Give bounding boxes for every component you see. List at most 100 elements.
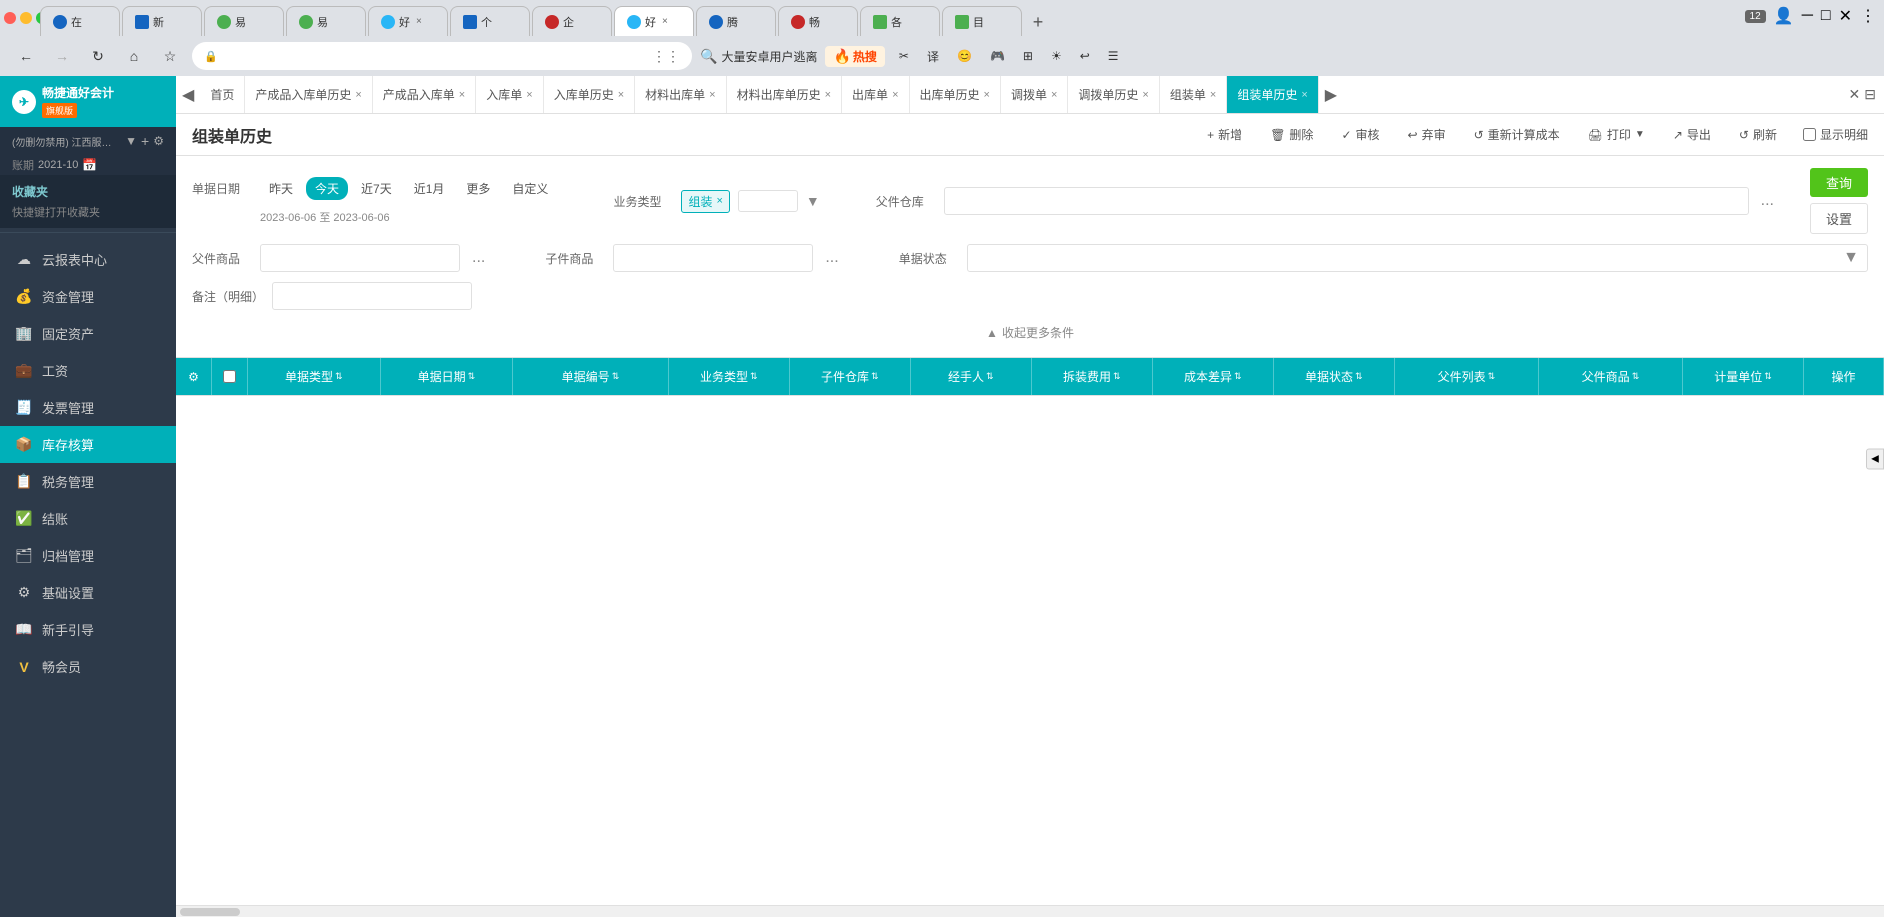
th-business-type[interactable]: 业务类型 ⇅ bbox=[669, 358, 790, 395]
th-cost-diff[interactable]: 成本差异 ⇅ bbox=[1153, 358, 1274, 395]
setting-button[interactable]: 设置 bbox=[1810, 203, 1868, 234]
print-dropdown-icon[interactable]: ▼ bbox=[1635, 129, 1645, 140]
content-tab-transfer[interactable]: 调拨单 × bbox=[1001, 76, 1068, 114]
company-dropdown-icon[interactable]: ▼ bbox=[125, 134, 137, 148]
tab-3[interactable]: 易 bbox=[204, 6, 284, 36]
parent-warehouse-input[interactable] bbox=[944, 187, 1749, 215]
sidebar-item-inventory[interactable]: 📦 库存核算 bbox=[0, 426, 176, 463]
brightness-btn[interactable]: ☀ bbox=[1045, 47, 1068, 65]
back-btn[interactable]: ← bbox=[12, 42, 40, 70]
tab-8[interactable]: 好 × bbox=[614, 6, 694, 36]
tab-4[interactable]: 易 bbox=[286, 6, 366, 36]
tab-7[interactable]: 企 bbox=[532, 6, 612, 36]
th-child-warehouse[interactable]: 子件仓库 ⇅ bbox=[790, 358, 911, 395]
select-all-checkbox[interactable] bbox=[223, 370, 236, 383]
recalc-cost-btn[interactable]: ↺ 重新计算成本 bbox=[1464, 122, 1570, 147]
home-btn[interactable]: ⌂ bbox=[120, 42, 148, 70]
date-btn-1month[interactable]: 近1月 bbox=[405, 177, 454, 200]
menu-btn[interactable]: ☰ bbox=[1102, 47, 1125, 65]
sidebar-item-settlement[interactable]: ✅ 结账 bbox=[0, 500, 176, 537]
content-tab-transfer-history[interactable]: 调拨单历史 × bbox=[1068, 76, 1159, 114]
window-close-icon[interactable]: ✕ bbox=[1839, 6, 1852, 26]
sidebar-item-invoice[interactable]: 🧾 发票管理 bbox=[0, 389, 176, 426]
tab-close-current[interactable]: ✕ bbox=[1849, 86, 1861, 103]
window-minimize-icon[interactable]: ─ bbox=[1802, 7, 1813, 25]
content-tab-produce-in-history[interactable]: 产成品入库单历史 × bbox=[245, 76, 372, 114]
th-order-date[interactable]: 单据日期 ⇅ bbox=[381, 358, 514, 395]
content-tab-in-history[interactable]: 入库单历史 × bbox=[544, 76, 635, 114]
parent-warehouse-more-btn[interactable]: ... bbox=[1757, 192, 1778, 210]
close-btn[interactable] bbox=[4, 12, 16, 24]
browser-settings-icon[interactable]: ⋮ bbox=[1860, 6, 1876, 26]
sidebar-item-guide[interactable]: 📖 新手引导 bbox=[0, 611, 176, 648]
th-settings[interactable]: ⚙ bbox=[176, 358, 212, 395]
tab-2[interactable]: 新 bbox=[122, 6, 202, 36]
content-tab-in[interactable]: 入库单 × bbox=[476, 76, 543, 114]
display-detail-checkbox-label[interactable]: 显示明细 bbox=[1803, 126, 1868, 143]
undo-btn[interactable]: ↩ bbox=[1074, 47, 1096, 65]
content-tab-out-history[interactable]: 出库单历史 × bbox=[910, 76, 1001, 114]
grid-btn[interactable]: ⊞ bbox=[1017, 47, 1039, 65]
order-status-select[interactable]: ▼ bbox=[967, 244, 1868, 272]
translate-btn[interactable]: 译 bbox=[921, 46, 945, 67]
child-goods-more-btn[interactable]: ... bbox=[821, 249, 842, 267]
print-btn[interactable]: 🖨 打印 ▼ bbox=[1578, 122, 1655, 147]
date-btn-yesterday[interactable]: 昨天 bbox=[260, 177, 302, 200]
favorites-title[interactable]: 收藏夹 bbox=[12, 183, 164, 200]
content-tab-produce-in[interactable]: 产成品入库单 × bbox=[373, 76, 476, 114]
tab-9[interactable]: 腾 bbox=[696, 6, 776, 36]
bookmark-btn[interactable]: ☆ bbox=[156, 42, 184, 70]
query-button[interactable]: 查询 bbox=[1810, 168, 1868, 197]
forward-btn[interactable]: → bbox=[48, 42, 76, 70]
right-panel-toggle-btn[interactable]: ◀ bbox=[1866, 448, 1884, 469]
new-tab-btn[interactable]: + bbox=[1024, 8, 1052, 36]
business-type-select[interactable] bbox=[738, 190, 798, 212]
export-btn[interactable]: ↗ 导出 bbox=[1663, 122, 1721, 147]
sidebar-item-payroll[interactable]: 💼 工资 bbox=[0, 352, 176, 389]
th-disassemble-cost[interactable]: 拆装费用 ⇅ bbox=[1032, 358, 1153, 395]
th-handler[interactable]: 经手人 ⇅ bbox=[911, 358, 1032, 395]
tab-1[interactable]: 在 bbox=[40, 6, 120, 36]
th-unit[interactable]: 计量单位 ⇅ bbox=[1683, 358, 1804, 395]
child-goods-input[interactable] bbox=[613, 244, 813, 272]
company-settings-icon[interactable]: ⚙ bbox=[153, 134, 164, 148]
parent-goods-input[interactable] bbox=[260, 244, 460, 272]
scissors-btn[interactable]: ✂ bbox=[893, 47, 915, 65]
sidebar-item-tax[interactable]: 📋 税务管理 bbox=[0, 463, 176, 500]
tab-6[interactable]: 个 bbox=[450, 6, 530, 36]
approve-btn[interactable]: ✓ 审核 bbox=[1331, 122, 1389, 147]
tab-11[interactable]: 各 bbox=[860, 6, 940, 36]
game-btn[interactable]: 🎮 bbox=[984, 47, 1011, 65]
date-btn-custom[interactable]: 自定义 bbox=[503, 177, 557, 200]
address-box[interactable]: 🔒 https://cloud.chanjet.com/accounting/u… bbox=[192, 42, 692, 70]
emoji-btn[interactable]: 😊 bbox=[951, 47, 978, 65]
horizontal-scrollbar[interactable] bbox=[176, 905, 1884, 917]
profile-icon[interactable]: 👤 bbox=[1774, 6, 1794, 26]
calendar-icon[interactable]: 📅 bbox=[82, 158, 97, 172]
th-order-type[interactable]: 单据类型 ⇅ bbox=[248, 358, 381, 395]
tab-12[interactable]: 目 bbox=[942, 6, 1022, 36]
note-input[interactable] bbox=[272, 282, 472, 310]
parent-goods-more-btn[interactable]: ... bbox=[468, 249, 489, 267]
delete-btn[interactable]: 🗑 删除 bbox=[1260, 122, 1323, 147]
unapprove-btn[interactable]: ↩ 弃审 bbox=[1398, 122, 1456, 147]
scrollbar-thumb[interactable] bbox=[180, 908, 240, 916]
refresh-btn[interactable]: ↺ 刷新 bbox=[1729, 122, 1787, 147]
th-order-status[interactable]: 单据状态 ⇅ bbox=[1274, 358, 1395, 395]
th-parent-goods[interactable]: 父件商品 ⇅ bbox=[1539, 358, 1683, 395]
minimize-btn[interactable] bbox=[20, 12, 32, 24]
tab-5[interactable]: 好 × bbox=[368, 6, 448, 36]
new-btn[interactable]: + 新增 bbox=[1197, 122, 1252, 147]
date-btn-more[interactable]: 更多 bbox=[457, 177, 499, 200]
content-tab-assembly-history[interactable]: 组装单历史 × bbox=[1227, 76, 1318, 114]
content-tab-material-out[interactable]: 材料出库单 × bbox=[635, 76, 726, 114]
sidebar-item-fixed-assets[interactable]: 🏢 固定资产 bbox=[0, 315, 176, 352]
tab-10[interactable]: 畅 bbox=[778, 6, 858, 36]
content-tab-material-out-history[interactable]: 材料出库单历史 × bbox=[727, 76, 842, 114]
content-tab-out[interactable]: 出库单 × bbox=[842, 76, 909, 114]
sidebar-item-cloud-report[interactable]: ☁ 云报表中心 bbox=[0, 241, 176, 278]
tab-nav-right[interactable]: ▶ bbox=[1319, 85, 1343, 105]
sidebar-item-member[interactable]: V 畅会员 bbox=[0, 648, 176, 685]
url-input[interactable]: https://cloud.chanjet.com/accounting/uru… bbox=[224, 42, 646, 70]
sidebar-item-archive[interactable]: 🗂 归档管理 bbox=[0, 537, 176, 574]
